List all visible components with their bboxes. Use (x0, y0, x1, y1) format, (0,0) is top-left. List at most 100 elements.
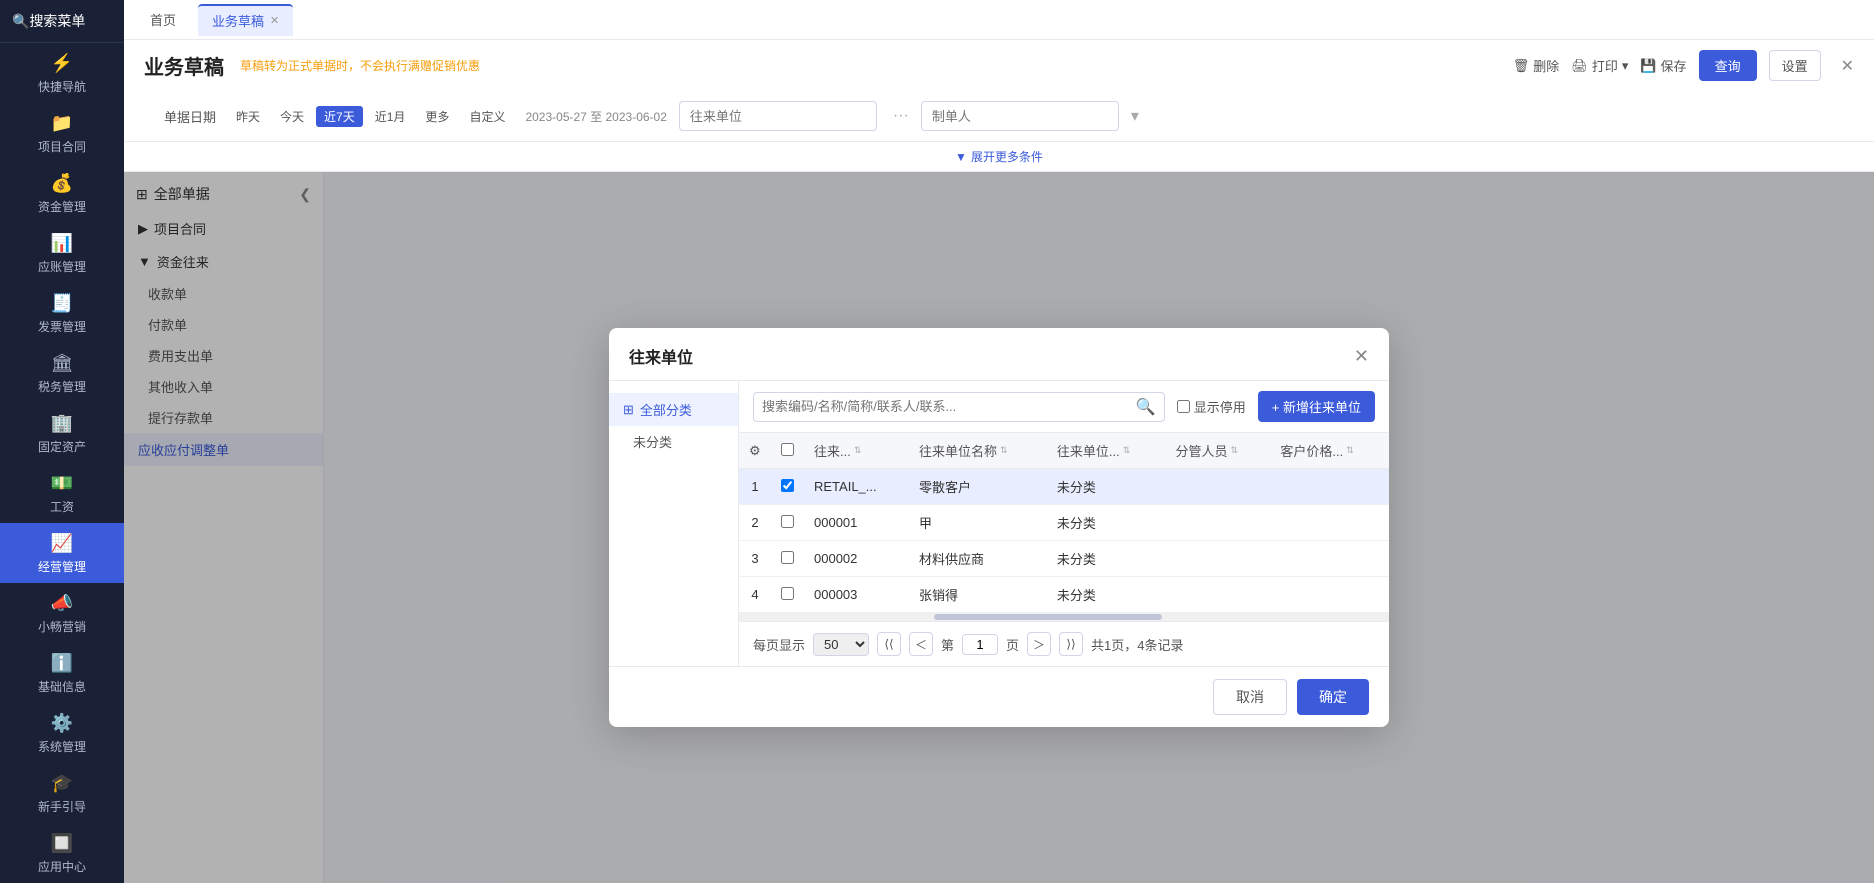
th-settings[interactable]: ⚙ (739, 433, 771, 469)
sort-manager[interactable]: 分管人员 ⇅ (1175, 441, 1260, 460)
table-row[interactable]: 1 RETAIL_... 零散客户 未分类 (739, 469, 1389, 505)
last-page-button[interactable]: ⟩⟩ (1059, 632, 1083, 656)
row-select-checkbox[interactable] (781, 551, 794, 564)
row-select-checkbox[interactable] (781, 515, 794, 528)
sort-code[interactable]: 往来... ⇅ (814, 441, 899, 460)
table-body: 1 RETAIL_... 零散客户 未分类 (739, 469, 1389, 613)
pill-1month[interactable]: 近1月 (367, 106, 414, 127)
table-row[interactable]: 3 000002 材料供应商 未分类 (739, 541, 1389, 577)
tab-draft[interactable]: 业务草稿 ✕ (198, 4, 293, 36)
first-page-button[interactable]: ⟨⟨ (877, 632, 901, 656)
pill-yesterday[interactable]: 昨天 (228, 106, 268, 127)
row-select-checkbox[interactable] (781, 479, 794, 492)
sidebar-item-label: 发票管理 (38, 318, 86, 335)
ops-icon: 📈 (51, 533, 73, 554)
print-dropdown-icon: ▾ (1622, 58, 1629, 74)
sort-price[interactable]: 客户价格... ⇅ (1280, 441, 1379, 460)
disabled-checkbox[interactable] (1177, 400, 1190, 413)
row-manager (1165, 577, 1270, 613)
cat-all[interactable]: ⊞ 全部分类 (609, 393, 738, 426)
pill-today[interactable]: 今天 (272, 106, 312, 127)
cancel-button[interactable]: 取消 (1213, 679, 1287, 715)
sidebar-item-receivable[interactable]: 📊 应账管理 (0, 223, 124, 283)
page-number-input[interactable] (962, 634, 998, 655)
salary-icon: 💵 (51, 473, 73, 494)
delete-button[interactable]: 🗑 删除 (1513, 56, 1560, 75)
table-scroll[interactable]: ⚙ 往来... ⇅ (739, 433, 1389, 613)
save-button[interactable]: 💾 保存 (1640, 56, 1686, 75)
sidebar-item-basic-info[interactable]: ℹ️ 基础信息 (0, 643, 124, 703)
page-title-row: 业务草稿 草稿转为正式单据时，不会执行满赠促销优惠 🗑 删除 🖨 打印 ▾ 💾 … (144, 50, 1854, 81)
row-code: 000002 (804, 541, 909, 577)
sort-icon3: ⇅ (1123, 445, 1131, 456)
maker-input[interactable] (921, 101, 1119, 131)
draft-label: 业务草稿 (212, 11, 264, 30)
print-button[interactable]: 🖨 打印 ▾ (1571, 56, 1628, 75)
row-price (1270, 577, 1389, 613)
search-input[interactable] (762, 399, 1130, 414)
prev-page-button[interactable]: ＜ (909, 632, 933, 656)
row-num: 3 (739, 541, 771, 577)
sidebar-item-sys-mgmt[interactable]: ⚙️ 系统管理 (0, 703, 124, 763)
th-price[interactable]: 客户价格... ⇅ (1270, 433, 1389, 469)
page-header: 业务草稿 草稿转为正式单据时，不会执行满赠促销优惠 🗑 删除 🖨 打印 ▾ 💾 … (124, 40, 1874, 142)
sidebar-item-project[interactable]: 📁 项目合同 (0, 103, 124, 163)
page-subtitle: 草稿转为正式单据时，不会执行满赠促销优惠 (240, 57, 480, 74)
show-disabled-checkbox[interactable]: 显示停用 (1177, 397, 1246, 416)
row-checkbox[interactable] (771, 541, 804, 577)
sidebar-item-new-guide[interactable]: 🎓 新手引导 (0, 763, 124, 823)
table-row[interactable]: 4 000003 张销得 未分类 (739, 577, 1389, 613)
sidebar-item-label: 快捷导航 (38, 78, 86, 95)
query-button[interactable]: 查询 (1699, 50, 1757, 81)
tab-close-icon[interactable]: ✕ (270, 14, 279, 27)
row-checkbox[interactable] (771, 577, 804, 613)
sort-name[interactable]: 往来单位名称 ⇅ (919, 441, 1037, 460)
print-icon: 🖨 (1571, 58, 1588, 74)
sidebar-item-app-center[interactable]: 🔲 应用中心 (0, 823, 124, 883)
sidebar-item-fixed-asset[interactable]: 🏢 固定资产 (0, 403, 124, 463)
row-select-checkbox[interactable] (781, 587, 794, 600)
content-area: ⊞ 全部单据 ❮ ▶ 项目合同 ▼ 资金往来 收款单 付款单 费用支出单 其他收… (124, 172, 1874, 883)
per-page-label: 每页显示 (753, 635, 805, 654)
cat-unclassified[interactable]: 未分类 (609, 426, 738, 457)
row-checkbox[interactable] (771, 505, 804, 541)
expand-button[interactable]: ▼ 展开更多条件 (955, 148, 1043, 165)
close-button[interactable]: ✕ (1841, 56, 1854, 76)
sort-icon: ⇅ (854, 445, 862, 456)
per-page-select[interactable]: 50 100 (813, 633, 869, 656)
add-partner-button[interactable]: + 新增往来单位 (1258, 391, 1375, 422)
sidebar-item-marketing[interactable]: 📣 小畅营销 (0, 583, 124, 643)
sidebar-item-quick-nav[interactable]: ⚡ 快捷导航 (0, 43, 124, 103)
save-icon: 💾 (1640, 58, 1656, 74)
next-page-button[interactable]: ＞ (1027, 632, 1051, 656)
pill-7days[interactable]: 近7天 (316, 106, 363, 127)
table-row[interactable]: 2 000001 甲 未分类 (739, 505, 1389, 541)
sidebar-item-ops[interactable]: 📈 经营管理 (0, 523, 124, 583)
sidebar-logo[interactable]: 🔍 搜索菜单 (0, 0, 124, 43)
data-table: ⚙ 往来... ⇅ (739, 433, 1389, 613)
sidebar-item-invoice[interactable]: 🧾 发票管理 (0, 283, 124, 343)
modal-overlay: 往来单位 ✕ ⊞ 全部分类 未分类 (124, 172, 1874, 883)
horizontal-scrollbar[interactable] (739, 613, 1389, 621)
confirm-button[interactable]: 确定 (1297, 679, 1369, 715)
row-checkbox[interactable] (771, 469, 804, 505)
sidebar-item-tax[interactable]: 🏛 税务管理 (0, 343, 124, 403)
scroll-thumb[interactable] (934, 614, 1162, 620)
sidebar-item-label: 应用中心 (38, 858, 86, 875)
select-all-checkbox[interactable] (781, 443, 794, 456)
sidebar-item-salary[interactable]: 💵 工资 (0, 463, 124, 523)
th-category[interactable]: 往来单位... ⇅ (1047, 433, 1166, 469)
th-name[interactable]: 往来单位名称 ⇅ (909, 433, 1047, 469)
settings-button[interactable]: 设置 (1769, 50, 1821, 81)
row-code: RETAIL_... (804, 469, 909, 505)
th-manager[interactable]: 分管人员 ⇅ (1165, 433, 1270, 469)
th-code[interactable]: 往来... ⇅ (804, 433, 909, 469)
tab-home[interactable]: 首页 (136, 4, 190, 36)
pill-custom[interactable]: 自定义 (461, 106, 513, 127)
sidebar-item-finance[interactable]: 💰 资金管理 (0, 163, 124, 223)
pill-more[interactable]: 更多 (417, 106, 457, 127)
sort-category[interactable]: 往来单位... ⇅ (1057, 441, 1156, 460)
dialog-close-button[interactable]: ✕ (1354, 346, 1369, 367)
th-checkbox[interactable] (771, 433, 804, 469)
unit-input[interactable] (679, 101, 877, 131)
